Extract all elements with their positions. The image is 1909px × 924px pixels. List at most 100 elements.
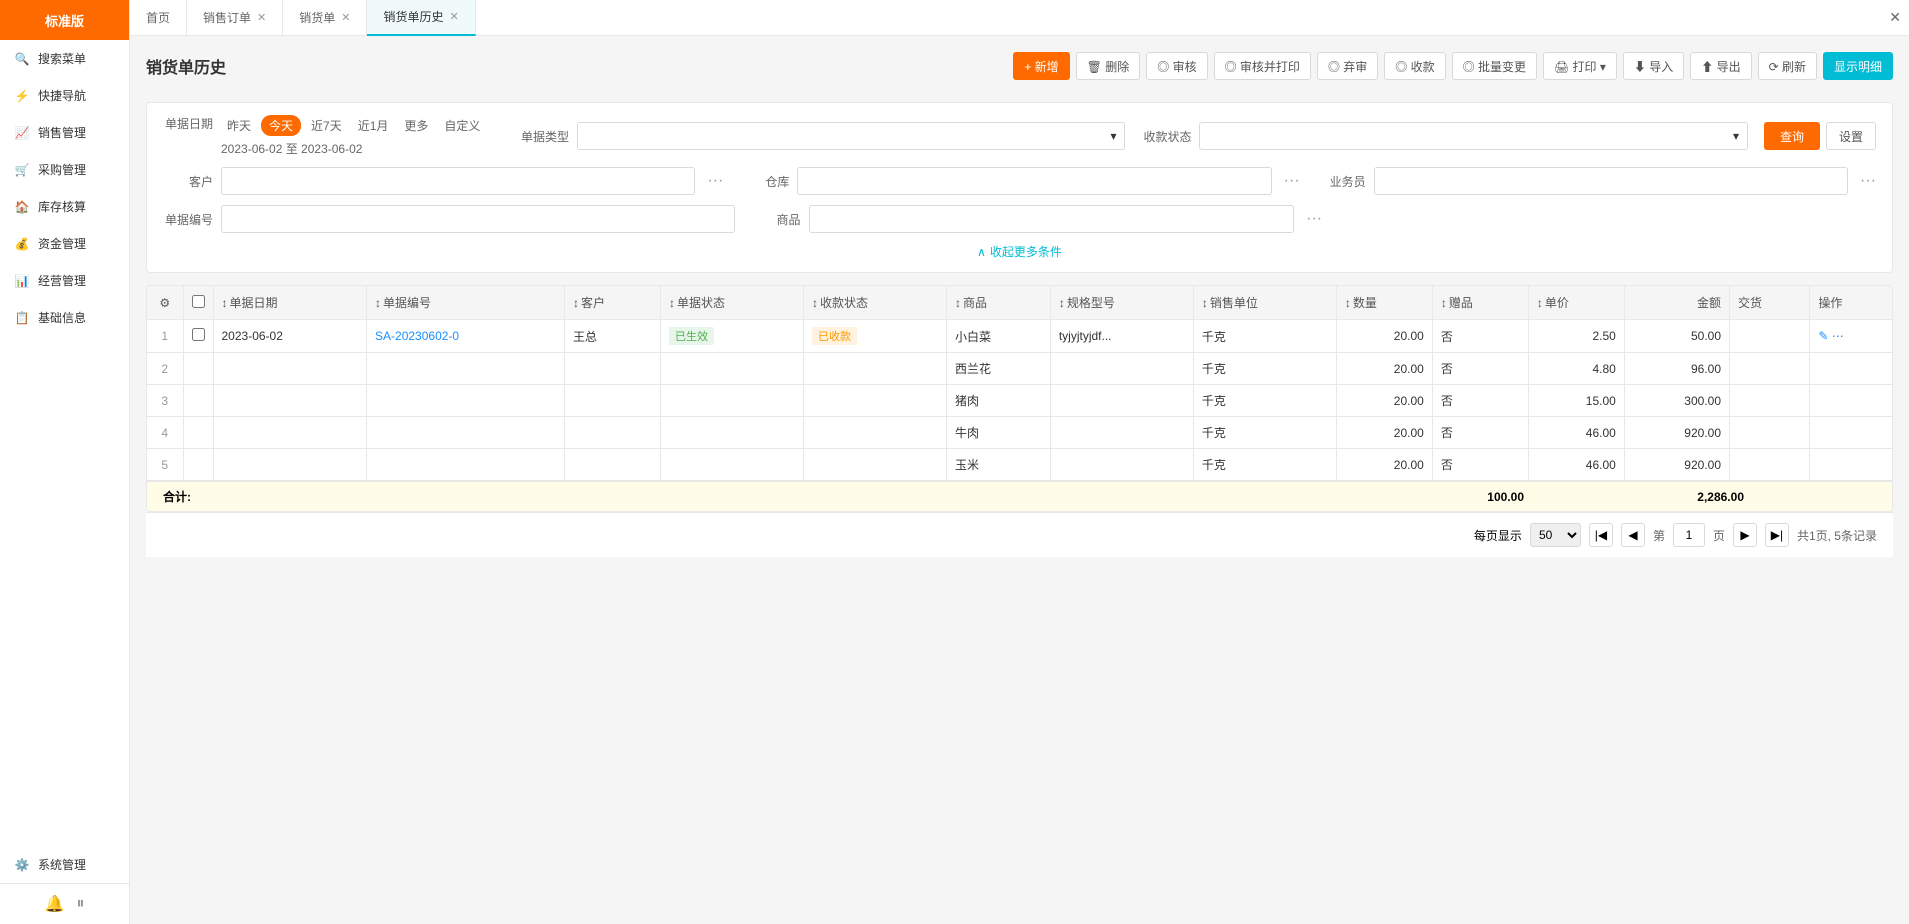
- date-tag-yesterday[interactable]: 昨天: [221, 115, 257, 136]
- sidebar-item-operation[interactable]: 📊 经营管理: [0, 262, 129, 299]
- row-checkbox[interactable]: [183, 449, 213, 481]
- export-button[interactable]: ⬆ 导出: [1690, 52, 1751, 80]
- next-page-button[interactable]: ▶: [1733, 523, 1757, 547]
- first-page-button[interactable]: |◀: [1589, 523, 1613, 547]
- collapse-button[interactable]: ∧ 收起更多条件: [163, 243, 1876, 260]
- gear-icon[interactable]: ⚙: [159, 296, 170, 310]
- tab-close-sales-history[interactable]: ✕: [450, 10, 459, 23]
- import-button[interactable]: ⬇ 导入: [1623, 52, 1684, 80]
- row-checkbox[interactable]: [183, 385, 213, 417]
- doc-no-input[interactable]: [221, 205, 735, 233]
- doc-type-select[interactable]: ▾: [577, 122, 1125, 150]
- customer-more-icon[interactable]: ···: [707, 172, 723, 190]
- customer-input[interactable]: [221, 167, 695, 195]
- add-button[interactable]: + 新增: [1013, 52, 1069, 80]
- col-amount[interactable]: 金额: [1624, 286, 1729, 320]
- col-gear[interactable]: ⚙: [147, 286, 183, 320]
- sort-spec[interactable]: ↕ 规格型号: [1059, 294, 1185, 311]
- setting-button[interactable]: 设置: [1826, 122, 1876, 150]
- tab-sales-goods[interactable]: 销货单 ✕: [283, 0, 367, 36]
- sort-unit[interactable]: ↕ 销售单位: [1202, 294, 1328, 311]
- footer-icon-left[interactable]: 🔔: [45, 894, 65, 914]
- col-date[interactable]: ↕ 单据日期: [213, 286, 367, 320]
- sort-doc-no[interactable]: ↕ 单据编号: [375, 294, 556, 311]
- page-input[interactable]: [1673, 523, 1705, 547]
- date-tag-week[interactable]: 近7天: [305, 115, 348, 136]
- col-spec[interactable]: ↕ 规格型号: [1050, 286, 1193, 320]
- col-price[interactable]: ↕ 单价: [1528, 286, 1624, 320]
- print-button[interactable]: 🖨 打印 ▾: [1543, 52, 1617, 80]
- sidebar-item-system[interactable]: ⚙️ 系统管理: [0, 846, 129, 883]
- tab-sales-order[interactable]: 销售订单 ✕: [187, 0, 283, 36]
- query-button[interactable]: 查询: [1764, 122, 1820, 150]
- batch-change-button[interactable]: ◎ 批量变更: [1452, 52, 1537, 80]
- col-trade[interactable]: 交货: [1730, 286, 1810, 320]
- sort-date[interactable]: ↕ 单据日期: [222, 294, 359, 311]
- sidebar-item-purchase[interactable]: 🛒 采购管理: [0, 151, 129, 188]
- tab-close-sales-order[interactable]: ✕: [257, 11, 266, 24]
- col-checkbox[interactable]: [183, 286, 213, 320]
- sidebar-item-quicknav[interactable]: ⚡ 快捷导航: [0, 77, 129, 114]
- date-tag-custom[interactable]: 自定义: [438, 115, 486, 136]
- close-all-tabs[interactable]: ✕: [1889, 9, 1909, 26]
- delete-button[interactable]: 🗑 删除: [1076, 52, 1141, 80]
- col-doc-no[interactable]: ↕ 单据编号: [367, 286, 565, 320]
- summary-total-qty: 100.00: [1404, 490, 1524, 504]
- tab-home[interactable]: 首页: [130, 0, 187, 36]
- audit-button[interactable]: ◎ 审核: [1146, 52, 1207, 80]
- sort-goods[interactable]: ↕ 商品: [955, 294, 1042, 311]
- sort-customer[interactable]: ↕ 客户: [573, 294, 652, 311]
- row-checkbox[interactable]: [183, 417, 213, 449]
- row-doc-no[interactable]: [367, 353, 565, 385]
- col-customer[interactable]: ↕ 客户: [565, 286, 661, 320]
- row-actions: [1810, 385, 1892, 417]
- col-collect-status[interactable]: ↕ 收款状态: [804, 286, 947, 320]
- sort-collect-status[interactable]: ↕ 收款状态: [812, 294, 938, 311]
- col-gift[interactable]: ↕ 赠品: [1432, 286, 1528, 320]
- warehouse-input[interactable]: [797, 167, 1271, 195]
- goods-input[interactable]: [809, 205, 1295, 233]
- footer-icon-right[interactable]: ⏸: [76, 895, 84, 913]
- sort-price[interactable]: ↕ 单价: [1537, 294, 1616, 311]
- warehouse-more-icon[interactable]: ···: [1284, 172, 1300, 190]
- collect-status-select[interactable]: ▾: [1199, 122, 1747, 150]
- date-tag-more[interactable]: 更多: [398, 115, 434, 136]
- col-doc-status[interactable]: ↕ 单据状态: [661, 286, 804, 320]
- row-checkbox[interactable]: [183, 320, 213, 353]
- show-detail-button[interactable]: 显示明细: [1823, 52, 1893, 80]
- row-doc-no[interactable]: [367, 385, 565, 417]
- sidebar-item-search[interactable]: 🔍 搜索菜单: [0, 40, 129, 77]
- sort-gift[interactable]: ↕ 赠品: [1441, 294, 1520, 311]
- row-doc-no[interactable]: [367, 417, 565, 449]
- tab-close-sales-goods[interactable]: ✕: [341, 11, 350, 24]
- sidebar-item-inventory[interactable]: 🏠 库存核算: [0, 188, 129, 225]
- sort-doc-status[interactable]: ↕ 单据状态: [669, 294, 795, 311]
- sidebar-item-sales[interactable]: 📈 销售管理: [0, 114, 129, 151]
- sidebar-item-finance[interactable]: 💰 资金管理: [0, 225, 129, 262]
- date-tag-today[interactable]: 今天: [261, 115, 301, 136]
- col-goods[interactable]: ↕ 商品: [947, 286, 1051, 320]
- date-tag-month[interactable]: 近1月: [352, 115, 395, 136]
- prev-page-button[interactable]: ◀: [1621, 523, 1645, 547]
- col-unit[interactable]: ↕ 销售单位: [1193, 286, 1336, 320]
- sidebar-item-basic[interactable]: 📋 基础信息: [0, 299, 129, 336]
- audit-print-button[interactable]: ◎ 审核并打印: [1214, 52, 1311, 80]
- abandon-button[interactable]: ◎ 弃审: [1317, 52, 1378, 80]
- more-action[interactable]: ⋯: [1832, 329, 1844, 343]
- row-doc-no[interactable]: [367, 449, 565, 481]
- last-page-button[interactable]: ▶|: [1765, 523, 1789, 547]
- col-qty[interactable]: ↕ 数量: [1336, 286, 1432, 320]
- edit-action[interactable]: ✎: [1818, 329, 1828, 343]
- row-doc-no[interactable]: SA-20230602-0: [367, 320, 565, 353]
- staff-input[interactable]: [1374, 167, 1848, 195]
- staff-more-icon[interactable]: ···: [1860, 172, 1876, 190]
- collect-button[interactable]: ◎ 收款: [1384, 52, 1445, 80]
- row-checkbox[interactable]: [183, 353, 213, 385]
- select-all-checkbox[interactable]: [192, 295, 205, 308]
- row-qty: 20.00: [1336, 449, 1432, 481]
- tab-sales-history[interactable]: 销货单历史 ✕: [367, 0, 475, 36]
- page-size-select[interactable]: 50 100 200: [1530, 523, 1581, 547]
- sort-qty[interactable]: ↕ 数量: [1345, 294, 1424, 311]
- goods-more-icon[interactable]: ···: [1306, 210, 1322, 228]
- refresh-button[interactable]: ⟳ 刷新: [1758, 52, 1817, 80]
